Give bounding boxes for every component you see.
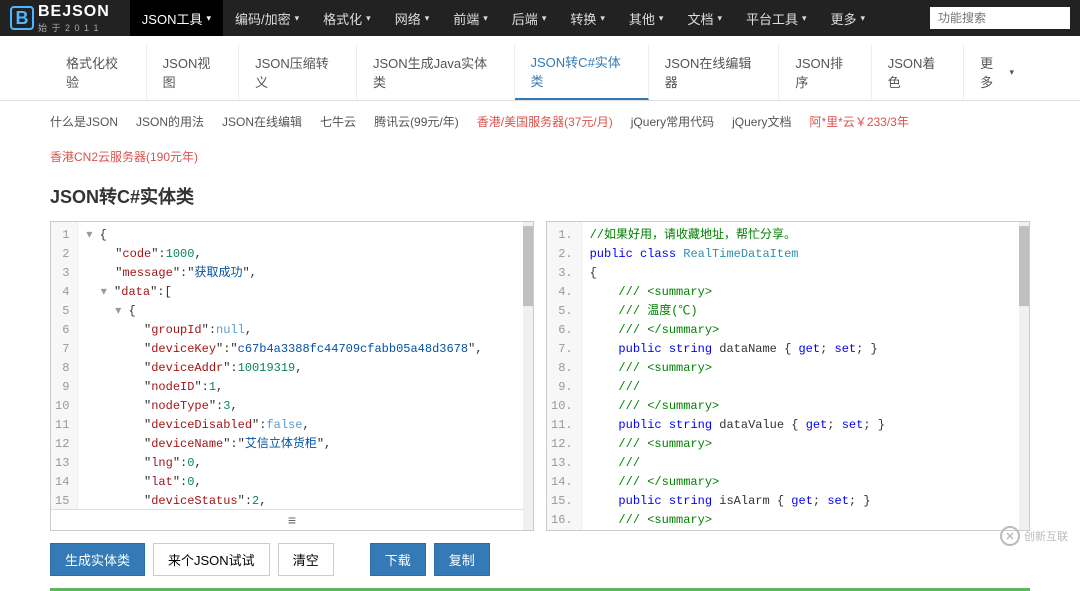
link[interactable]: JSON的用法 <box>136 113 204 130</box>
nav-item[interactable]: 转换▾ <box>558 0 617 36</box>
resize-handle-icon[interactable]: ≡ <box>51 509 533 530</box>
clear-button[interactable]: 清空 <box>278 543 334 576</box>
link[interactable]: JSON在线编辑 <box>222 113 302 130</box>
generate-button[interactable]: 生成实体类 <box>50 543 145 576</box>
caret-down-icon: ▾ <box>861 13 866 24</box>
link[interactable]: 七牛云 <box>320 113 356 130</box>
search-box <box>930 7 1070 29</box>
subtab[interactable]: 格式化校验 <box>50 44 147 100</box>
scrollbar[interactable] <box>1019 222 1029 530</box>
link[interactable]: 香港/美国服务器(37元/月) <box>477 113 613 130</box>
caret-down-icon: ▾ <box>295 13 300 24</box>
nav-item[interactable]: 更多▾ <box>819 0 878 36</box>
caret-down-icon: ▾ <box>425 13 430 24</box>
link[interactable]: 腾讯云(99元/年) <box>374 113 459 130</box>
logo-subtext: 始 于 2 0 1 1 <box>38 21 110 34</box>
caret-down-icon: ▾ <box>206 13 211 24</box>
nav-item[interactable]: 网络▾ <box>383 0 442 36</box>
link[interactable]: 阿*里*云￥233/3年 <box>809 113 908 130</box>
subtab[interactable]: JSON在线编辑器 <box>649 44 780 100</box>
caret-down-icon: ▾ <box>483 13 488 24</box>
csharp-editor[interactable]: 1.2.3.4.5.6.7.8.9.10.11.12.13.14.15.16. … <box>546 221 1030 531</box>
link-row: 什么是JSON JSON的用法 JSON在线编辑 七牛云 腾讯云(99元/年) 香港/美国… <box>0 101 1080 177</box>
link[interactable]: jQuery常用代码 <box>631 113 714 130</box>
search-input[interactable] <box>930 7 1070 29</box>
download-button[interactable]: 下载 <box>370 543 426 576</box>
nav-item[interactable]: 文档▾ <box>675 0 734 36</box>
json-editor-gutter: 1234567891011121314151617 <box>51 222 78 509</box>
copy-button[interactable]: 复制 <box>434 543 490 576</box>
nav-item[interactable]: 编码/加密▾ <box>223 0 311 36</box>
scrollbar[interactable] <box>523 222 533 530</box>
nav-item[interactable]: 前端▾ <box>441 0 500 36</box>
scrollbar-thumb[interactable] <box>1019 226 1029 306</box>
subtabs: 格式化校验JSON视图JSON压缩转义JSON生成Java实体类JSON转C#实… <box>0 36 1080 101</box>
nav-item[interactable]: 格式化▾ <box>311 0 383 36</box>
csharp-editor-gutter: 1.2.3.4.5.6.7.8.9.10.11.12.13.14.15.16. <box>547 222 582 530</box>
caret-down-icon: ▾ <box>802 13 807 24</box>
caret-down-icon: ▾ <box>366 13 371 24</box>
nav-item[interactable]: 平台工具▾ <box>734 0 819 36</box>
link[interactable]: 什么是JSON <box>50 113 118 130</box>
editors: 1234567891011121314151617 ▾ { "code":100… <box>0 221 1080 531</box>
subtab[interactable]: 更多▾ <box>964 44 1030 100</box>
scrollbar-thumb[interactable] <box>523 226 533 306</box>
watermark-text: 创新互联 <box>1024 528 1068 544</box>
caret-down-icon: ▾ <box>717 13 722 24</box>
subtab[interactable]: JSON视图 <box>147 44 239 100</box>
subtab[interactable]: JSON压缩转义 <box>239 44 357 100</box>
logo[interactable]: B BEJSON 始 于 2 0 1 1 <box>10 3 110 34</box>
nav-item[interactable]: JSON工具▾ <box>130 0 223 36</box>
caret-down-icon: ▾ <box>600 13 605 24</box>
subtab[interactable]: JSON着色 <box>872 44 964 100</box>
logo-mark-icon: B <box>10 6 34 30</box>
top-nav: B BEJSON 始 于 2 0 1 1 JSON工具▾编码/加密▾格式化▾网络… <box>0 0 1080 36</box>
page-title: JSON转C#实体类 <box>0 177 1080 221</box>
nav-item[interactable]: 其他▾ <box>617 0 676 36</box>
csharp-editor-code[interactable]: //如果好用，请收藏地址，帮忙分享。public class RealTimeD… <box>582 222 1029 530</box>
sample-button[interactable]: 来个JSON试试 <box>153 543 270 576</box>
subtab[interactable]: JSON排序 <box>779 44 871 100</box>
subtab[interactable]: JSON生成Java实体类 <box>357 44 515 100</box>
nav-items: JSON工具▾编码/加密▾格式化▾网络▾前端▾后端▾转换▾其他▾文档▾平台工具▾… <box>130 0 877 36</box>
nav-item[interactable]: 后端▾ <box>500 0 559 36</box>
json-editor-code[interactable]: ▾ { "code":1000, "message":"获取成功", ▾ "da… <box>78 222 533 509</box>
button-row: 生成实体类 来个JSON试试 清空 下载 复制 <box>0 531 1080 588</box>
caret-down-icon: ▾ <box>542 13 547 24</box>
logo-text: BEJSON <box>38 3 110 21</box>
link[interactable]: 香港CN2云服务器(190元年) <box>50 148 198 165</box>
caret-down-icon: ▾ <box>1009 67 1014 78</box>
caret-down-icon: ▾ <box>659 13 664 24</box>
subtab[interactable]: JSON转C#实体类 <box>515 44 649 100</box>
link[interactable]: jQuery文档 <box>732 113 791 130</box>
watermark: ✕ 创新互联 <box>1000 526 1068 546</box>
watermark-icon: ✕ <box>1000 526 1020 546</box>
json-editor[interactable]: 1234567891011121314151617 ▾ { "code":100… <box>50 221 534 531</box>
